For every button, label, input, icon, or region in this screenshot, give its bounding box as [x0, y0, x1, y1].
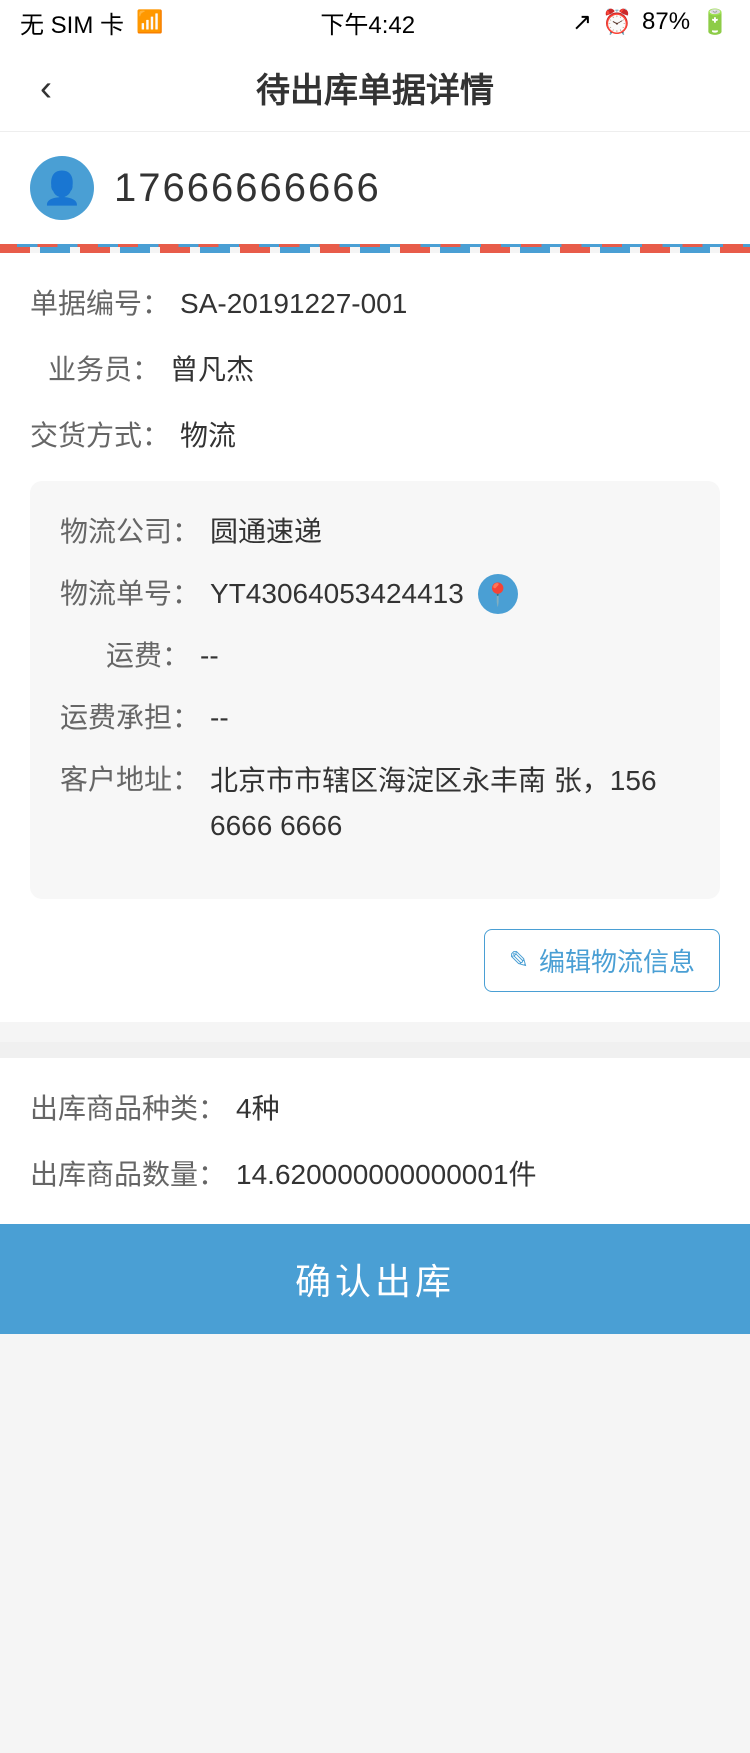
address-label: 客户地址： [60, 759, 210, 801]
page-title: 待出库单据详情 [256, 63, 494, 112]
logistics-company-label: 物流公司： [60, 511, 210, 553]
edit-logistics-container: ✎ 编辑物流信息 [30, 919, 720, 992]
freight-label: 运费： [60, 635, 200, 677]
status-time: 下午4:42 [320, 5, 415, 40]
address-value: 北京市市辖区海淀区永丰南 张，156 6666 6666 [210, 759, 690, 849]
product-types-value: 4种 [236, 1088, 720, 1130]
wifi-icon: 📶 [136, 9, 163, 35]
alarm-icon: ⏰ [602, 8, 632, 37]
battery-icon: 🔋 [700, 8, 730, 37]
avatar: 👤 [30, 156, 94, 220]
delivery-method-value: 物流 [180, 415, 720, 457]
status-right: ↗ ⏰ 87% 🔋 [572, 8, 730, 37]
freight-bearer-label: 运费承担： [60, 697, 210, 739]
freight-bearer-value: -- [210, 697, 690, 739]
delivery-method-label: 交货方式： [30, 415, 180, 457]
sales-person-row: 业务员： 曾凡杰 [30, 349, 720, 391]
tracking-number-text: YT43064053424413 [210, 573, 464, 615]
empty-area [0, 1353, 750, 1633]
logistics-company-row: 物流公司： 圆通速递 [60, 511, 690, 553]
logistics-card: 物流公司： 圆通速递 物流单号： YT43064053424413 📍 运费： … [30, 481, 720, 899]
tracking-number-label: 物流单号： [60, 573, 210, 615]
product-quantity-value: 14.620000000000001件 [236, 1154, 720, 1196]
sales-person-value: 曾凡杰 [170, 349, 720, 391]
edit-logistics-button[interactable]: ✎ 编辑物流信息 [484, 929, 720, 992]
battery-label: 87% [642, 8, 690, 36]
address-row: 客户地址： 北京市市辖区海淀区永丰南 张，156 6666 6666 [60, 759, 690, 849]
back-button[interactable]: ‹ [30, 57, 62, 119]
product-quantity-label: 出库商品数量： [30, 1154, 236, 1196]
freight-value: -- [200, 635, 690, 677]
customer-phone: 17666666666 [114, 166, 381, 211]
freight-row: 运费： -- [60, 635, 690, 677]
edit-icon: ✎ [509, 946, 529, 975]
status-bar: 无 SIM 卡 📶 下午4:42 ↗ ⏰ 87% 🔋 [0, 0, 750, 44]
product-quantity-row: 出库商品数量： 14.620000000000001件 [30, 1154, 720, 1196]
product-types-label: 出库商品种类： [30, 1088, 236, 1130]
location-status-icon: ↗ [572, 8, 592, 37]
location-track-button[interactable]: 📍 [478, 574, 518, 614]
sales-person-label: 业务员： [30, 349, 170, 391]
delivery-method-row: 交货方式： 物流 [30, 415, 720, 457]
avatar-icon: 👤 [42, 169, 82, 207]
carrier-label: 无 SIM 卡 [20, 5, 124, 40]
customer-header: 👤 17666666666 [0, 132, 750, 247]
main-content: 👤 17666666666 单据编号： SA-20191227-001 业务员：… [0, 132, 750, 1753]
doc-number-row: 单据编号： SA-20191227-001 [30, 283, 720, 325]
confirm-bar[interactable]: 确认出库 [0, 1224, 750, 1334]
confirm-button-label: 确认出库 [295, 1253, 455, 1305]
status-left: 无 SIM 卡 📶 [20, 5, 163, 40]
tracking-value: YT43064053424413 📍 [210, 573, 518, 615]
doc-number-label: 单据编号： [30, 283, 180, 325]
doc-number-value: SA-20191227-001 [180, 283, 720, 325]
product-types-row: 出库商品种类： 4种 [30, 1088, 720, 1130]
logistics-company-value: 圆通速递 [210, 511, 690, 553]
section-divider [0, 1042, 750, 1058]
freight-bearer-row: 运费承担： -- [60, 697, 690, 739]
nav-bar: ‹ 待出库单据详情 [0, 44, 750, 132]
edit-logistics-label: 编辑物流信息 [539, 942, 695, 979]
tracking-number-row: 物流单号： YT43064053424413 📍 [60, 573, 690, 615]
document-info-section: 单据编号： SA-20191227-001 业务员： 曾凡杰 交货方式： 物流 … [0, 253, 750, 1022]
